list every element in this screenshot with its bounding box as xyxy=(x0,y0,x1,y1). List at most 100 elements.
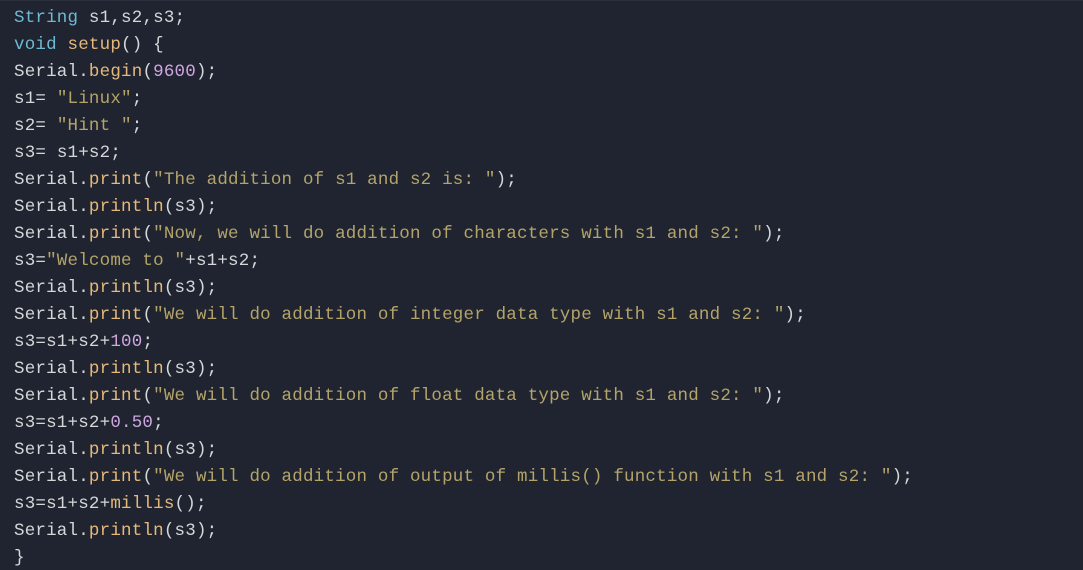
code-line[interactable]: Serial.print("We will do addition of int… xyxy=(14,302,1077,329)
code-token-punct: . xyxy=(78,386,89,406)
code-line[interactable]: Serial.println(s3); xyxy=(14,437,1077,464)
code-token-str: "We will do addition of output of millis… xyxy=(153,467,891,487)
code-token-punct: ; xyxy=(175,8,186,28)
code-token-op: = xyxy=(35,116,56,136)
code-line[interactable]: String s1,s2,s3; xyxy=(14,5,1077,32)
code-token-punct: . xyxy=(78,224,89,244)
code-token-ident: s2 xyxy=(78,413,99,433)
code-token-punct: ; xyxy=(153,413,164,433)
code-token-ident: s1 xyxy=(46,494,67,514)
code-token-obj: Serial xyxy=(14,467,78,487)
code-line[interactable]: s3=s1+s2+100; xyxy=(14,329,1077,356)
code-token-punct: ); xyxy=(763,224,784,244)
code-token-punct: ( xyxy=(142,467,153,487)
code-line[interactable]: Serial.print("The addition of s1 and s2 … xyxy=(14,167,1077,194)
code-token-ident: s3 xyxy=(175,521,196,541)
code-token-obj: Serial xyxy=(14,224,78,244)
code-token-punct: ); xyxy=(763,386,784,406)
code-line[interactable]: Serial.println(s3); xyxy=(14,356,1077,383)
code-area[interactable]: String s1,s2,s3;void setup() {Serial.beg… xyxy=(0,1,1083,570)
code-line[interactable]: Serial.println(s3); xyxy=(14,194,1077,221)
code-token-func: print xyxy=(89,386,143,406)
code-token-func: println xyxy=(89,440,164,460)
code-token-obj: Serial xyxy=(14,521,78,541)
code-token-ident: s3 xyxy=(175,359,196,379)
code-token-punct: ; xyxy=(132,116,143,136)
code-line[interactable]: s3= s1+s2; xyxy=(14,140,1077,167)
code-token-punct: . xyxy=(78,305,89,325)
code-token-op: + xyxy=(100,332,111,352)
code-token-op: + xyxy=(100,413,111,433)
code-line[interactable]: Serial.print("Now, we will do addition o… xyxy=(14,221,1077,248)
code-token-ident: s2 xyxy=(228,251,249,271)
code-line[interactable]: } xyxy=(14,545,1077,570)
code-token-punct: ( xyxy=(142,305,153,325)
code-line[interactable]: Serial.println(s3); xyxy=(14,518,1077,545)
code-token-punct: . xyxy=(78,170,89,190)
code-token-punct: ; xyxy=(142,332,153,352)
code-token-str: "Hint " xyxy=(57,116,132,136)
code-token-obj: Serial xyxy=(14,170,78,190)
code-token-str: "The addition of s1 and s2 is: " xyxy=(153,170,495,190)
code-token-func: println xyxy=(89,359,164,379)
code-token-punct: ( xyxy=(164,197,175,217)
code-token-ident: s2 xyxy=(121,8,142,28)
code-token-punct: () { xyxy=(121,35,164,55)
code-line[interactable]: void setup() { xyxy=(14,32,1077,59)
code-editor[interactable]: String s1,s2,s3;void setup() {Serial.beg… xyxy=(0,0,1083,570)
code-token-op: = xyxy=(35,494,46,514)
code-token-punct: . xyxy=(78,440,89,460)
code-token-punct: . xyxy=(78,359,89,379)
code-token-func: millis xyxy=(110,494,174,514)
code-token-punct: ); xyxy=(785,305,806,325)
code-token-num: 100 xyxy=(110,332,142,352)
code-token-str: "Now, we will do addition of characters … xyxy=(153,224,763,244)
code-token-obj: Serial xyxy=(14,359,78,379)
code-token-ident: s3 xyxy=(14,251,35,271)
code-token-punct: ( xyxy=(164,521,175,541)
code-token-type: void xyxy=(14,35,68,55)
code-line[interactable]: Serial.println(s3); xyxy=(14,275,1077,302)
code-token-punct: ; xyxy=(132,89,143,109)
code-token-op: = xyxy=(35,251,46,271)
code-token-ident: s1 xyxy=(57,143,78,163)
code-token-str: "Linux" xyxy=(57,89,132,109)
code-token-ident: s1 xyxy=(89,8,110,28)
code-token-punct: . xyxy=(78,62,89,82)
code-token-punct: . xyxy=(78,197,89,217)
code-line[interactable]: Serial.print("We will do addition of flo… xyxy=(14,383,1077,410)
code-token-punct: ); xyxy=(196,62,217,82)
code-token-ident: s3 xyxy=(175,278,196,298)
code-line[interactable]: s3=s1+s2+0.50; xyxy=(14,410,1077,437)
code-line[interactable]: Serial.begin(9600); xyxy=(14,59,1077,86)
code-token-punct: ( xyxy=(142,224,153,244)
code-line[interactable]: s3=s1+s2+millis(); xyxy=(14,491,1077,518)
code-token-punct: ); xyxy=(196,359,217,379)
code-token-ident: s3 xyxy=(14,332,35,352)
code-token-punct: ( xyxy=(164,440,175,460)
code-token-punct: ); xyxy=(196,278,217,298)
code-token-str: "We will do addition of integer data typ… xyxy=(153,305,784,325)
code-line[interactable]: s1= "Linux"; xyxy=(14,86,1077,113)
code-token-func: println xyxy=(89,278,164,298)
code-token-obj: Serial xyxy=(14,62,78,82)
code-token-obj: Serial xyxy=(14,197,78,217)
code-token-punct: ); xyxy=(196,521,217,541)
code-token-str: "We will do addition of float data type … xyxy=(153,386,763,406)
code-token-ident: s3 xyxy=(175,197,196,217)
code-token-obj: Serial xyxy=(14,278,78,298)
code-line[interactable]: s3="Welcome to "+s1+s2; xyxy=(14,248,1077,275)
code-line[interactable]: Serial.print("We will do addition of out… xyxy=(14,464,1077,491)
code-token-punct: ); xyxy=(892,467,913,487)
code-token-ident: s2 xyxy=(89,143,110,163)
code-token-op: + xyxy=(185,251,196,271)
code-token-func: setup xyxy=(68,35,122,55)
code-token-op: + xyxy=(68,413,79,433)
code-token-ident: s3 xyxy=(175,440,196,460)
code-token-ident: s3 xyxy=(14,494,35,514)
code-line[interactable]: s2= "Hint "; xyxy=(14,113,1077,140)
code-token-type: String xyxy=(14,8,89,28)
code-token-punct: (); xyxy=(175,494,207,514)
code-token-punct: ( xyxy=(142,62,153,82)
code-token-op: + xyxy=(100,494,111,514)
